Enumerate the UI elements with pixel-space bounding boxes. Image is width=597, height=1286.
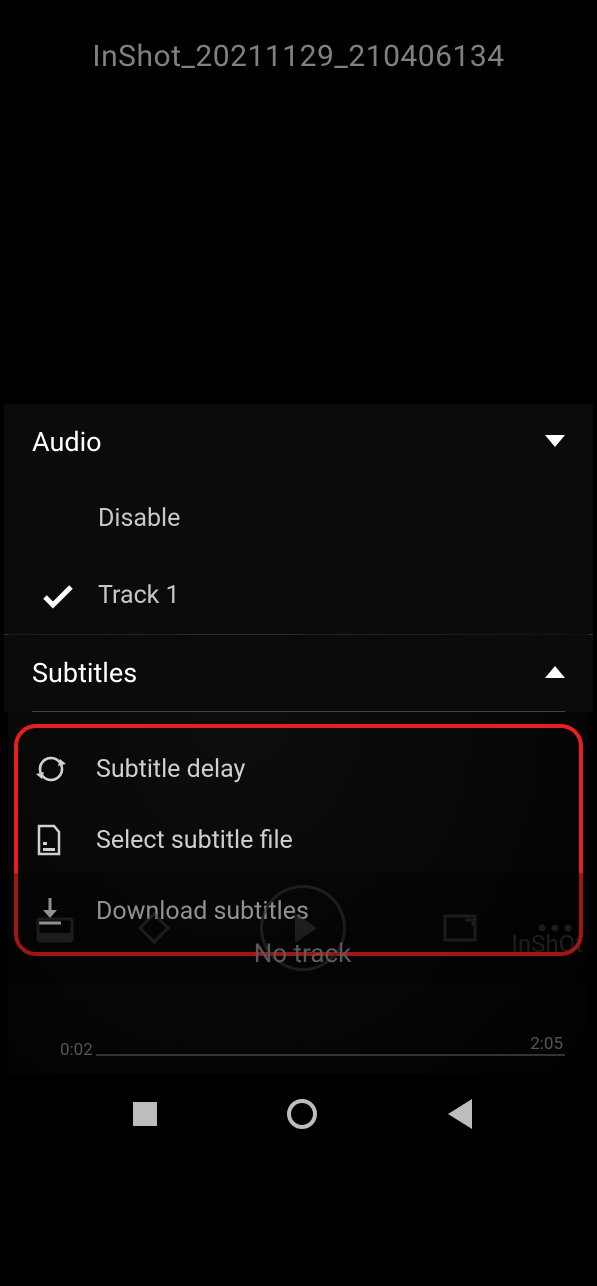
file-icon [36, 824, 96, 856]
duration: 2:05 [530, 1034, 563, 1054]
no-track-label: No track [254, 939, 352, 969]
subtitles-section: Subtitles [4, 635, 593, 712]
aspect-ratio-icon[interactable] [443, 914, 477, 942]
subtitles-section-header[interactable]: Subtitles [4, 635, 593, 711]
audio-option-track1-label: Track 1 [98, 581, 180, 610]
subtitle-delay-label: Subtitle delay [96, 755, 245, 784]
subtitle-toggle-icon[interactable] [36, 913, 74, 943]
check-icon [42, 583, 98, 609]
collapse-up-icon [545, 666, 565, 680]
audio-section-header[interactable]: Audio [4, 404, 593, 480]
player-controls: No track [8, 873, 597, 983]
select-subtitle-file-label: Select subtitle file [96, 826, 293, 855]
audio-option-track1[interactable]: Track 1 [4, 557, 593, 634]
subtitle-delay-row[interactable]: Subtitle delay [18, 734, 579, 804]
subtitles-section-label: Subtitles [32, 657, 137, 689]
subtitles-divider [32, 711, 565, 712]
sync-icon [36, 754, 96, 784]
app-frame: InShot_20211129_210406134 InShOt Audio D… [0, 0, 597, 1286]
nav-recents-button[interactable] [133, 1102, 157, 1126]
audio-option-disable-label: Disable [98, 504, 180, 533]
more-icon[interactable] [537, 923, 573, 933]
video-title: InShot_20211129_210406134 [4, 4, 593, 74]
nav-back-button[interactable] [448, 1099, 472, 1129]
audio-section-label: Audio [32, 426, 102, 458]
audio-section: Audio Disable Track 1 [4, 404, 593, 634]
progress-bar[interactable] [96, 1054, 565, 1056]
audio-option-disable[interactable]: Disable [4, 480, 593, 557]
video-preview-area[interactable] [4, 74, 593, 404]
rotate-icon[interactable] [136, 910, 172, 946]
current-time: 0:02 [60, 1040, 93, 1060]
select-subtitle-file-row[interactable]: Select subtitle file [18, 804, 579, 876]
nav-home-button[interactable] [287, 1099, 317, 1129]
android-nav-bar [8, 1074, 597, 1154]
collapse-down-icon [545, 435, 565, 449]
